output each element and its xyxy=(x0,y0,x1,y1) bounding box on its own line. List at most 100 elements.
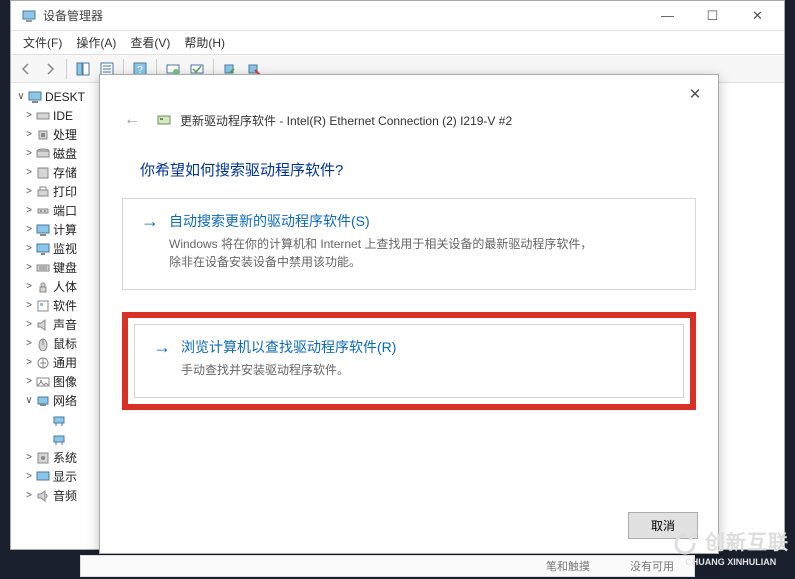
status-fragment: 笔和触摸 没有可用 xyxy=(80,555,695,577)
tree-child-item[interactable] xyxy=(11,410,110,429)
menubar: 文件(F) 操作(A) 查看(V) 帮助(H) xyxy=(11,31,784,55)
window-controls: — ☐ ✕ xyxy=(645,2,780,30)
browse-computer-option[interactable]: → 浏览计算机以查找驱动程序软件(R) 手动查找并安装驱动程序软件。 xyxy=(134,324,684,398)
expand-icon[interactable] xyxy=(23,490,35,501)
computer-icon xyxy=(35,222,51,238)
tree-item-label: 鼠标 xyxy=(53,335,77,352)
tree-item[interactable]: 人体 xyxy=(11,277,110,296)
expand-icon[interactable] xyxy=(23,319,35,330)
menu-help[interactable]: 帮助(H) xyxy=(178,32,231,53)
tree-item-label: 显示 xyxy=(53,468,77,485)
highlighted-option-frame: → 浏览计算机以查找驱动程序软件(R) 手动查找并安装驱动程序软件。 xyxy=(122,312,696,410)
tree-item[interactable]: 存储 xyxy=(11,163,110,182)
expand-icon[interactable] xyxy=(23,452,35,463)
status-text-2: 没有可用 xyxy=(630,558,674,574)
tree-item-label: 处理 xyxy=(53,126,77,143)
menu-view[interactable]: 查看(V) xyxy=(124,32,176,53)
dialog-question: 你希望如何搜索驱动程序软件? xyxy=(100,131,718,190)
tree-item-label: 通用 xyxy=(53,354,77,371)
expand-icon[interactable] xyxy=(23,148,35,159)
expand-icon[interactable] xyxy=(23,281,35,292)
expand-icon[interactable] xyxy=(23,471,35,482)
tree-item[interactable]: 软件 xyxy=(11,296,110,315)
usb-icon xyxy=(35,355,51,371)
auto-search-desc: Windows 将在你的计算机和 Internet 上查找用于相关设备的最新驱动… xyxy=(169,235,599,271)
maximize-button[interactable]: ☐ xyxy=(690,2,735,30)
tree-item-label: 计算 xyxy=(53,221,77,238)
tree-item[interactable]: 监视 xyxy=(11,239,110,258)
minimize-button[interactable]: — xyxy=(645,2,690,30)
sound-icon xyxy=(35,317,51,333)
expand-icon[interactable] xyxy=(23,357,35,368)
expand-icon[interactable] xyxy=(15,91,27,102)
menu-file[interactable]: 文件(F) xyxy=(17,32,68,53)
expand-icon[interactable] xyxy=(23,338,35,349)
back-arrow-icon[interactable]: ← xyxy=(118,109,146,131)
expand-icon[interactable] xyxy=(23,186,35,197)
close-button[interactable]: ✕ xyxy=(735,2,780,30)
expand-icon[interactable] xyxy=(23,300,35,311)
tree-item-label: 存储 xyxy=(53,164,77,181)
expand-icon[interactable] xyxy=(23,224,35,235)
tree-item-label: 端口 xyxy=(53,202,77,219)
expand-icon[interactable] xyxy=(23,205,35,216)
software-icon xyxy=(35,298,51,314)
expand-icon[interactable] xyxy=(23,110,35,121)
auto-search-title: 自动搜索更新的驱动程序软件(S) xyxy=(169,211,677,231)
tree-root-label: DESKT xyxy=(45,90,85,104)
computer-icon xyxy=(27,89,43,105)
system-icon xyxy=(35,450,51,466)
tree-item-label: 键盘 xyxy=(53,259,77,276)
tree-item[interactable]: 鼠标 xyxy=(11,334,110,353)
network-adapter-icon xyxy=(51,412,67,428)
ide-icon xyxy=(35,108,51,124)
expand-icon[interactable] xyxy=(23,243,35,254)
tree-item[interactable]: 声音 xyxy=(11,315,110,334)
dialog-close-button[interactable]: ✕ xyxy=(684,83,706,105)
tree-item[interactable]: 图像 xyxy=(11,372,110,391)
tree-item[interactable]: 系统 xyxy=(11,448,110,467)
monitor-icon xyxy=(35,241,51,257)
tree-item[interactable]: 端口 xyxy=(11,201,110,220)
expand-icon[interactable] xyxy=(23,167,35,178)
printer-icon xyxy=(35,184,51,200)
show-hide-tree-button[interactable] xyxy=(72,58,94,80)
tree-child-item[interactable] xyxy=(11,429,110,448)
nav-forward-button[interactable] xyxy=(39,58,61,80)
expand-icon[interactable] xyxy=(23,395,35,406)
expand-icon[interactable] xyxy=(23,376,35,387)
option-texts: 浏览计算机以查找驱动程序软件(R) 手动查找并安装驱动程序软件。 xyxy=(181,337,665,379)
auto-search-option[interactable]: → 自动搜索更新的驱动程序软件(S) Windows 将在你的计算机和 Inte… xyxy=(122,198,696,290)
status-text-1: 笔和触摸 xyxy=(546,558,590,574)
cpu-icon xyxy=(35,127,51,143)
tree-item[interactable]: 磁盘 xyxy=(11,144,110,163)
tree-item-label: 声音 xyxy=(53,316,77,333)
tree-item-label: 软件 xyxy=(53,297,77,314)
menu-action[interactable]: 操作(A) xyxy=(70,32,122,53)
network-adapter-icon xyxy=(51,431,67,447)
tree-item-label: 磁盘 xyxy=(53,145,77,162)
tree-item-label: 人体 xyxy=(53,278,77,295)
expand-icon[interactable] xyxy=(23,262,35,273)
tree-item-label: 音频 xyxy=(53,487,77,504)
watermark-sub: CHUANG XINHULIAN xyxy=(672,557,789,567)
tree-item[interactable]: 打印 xyxy=(11,182,110,201)
tree-item[interactable]: 计算 xyxy=(11,220,110,239)
device-tree[interactable]: DESKT IDE处理磁盘存储打印端口计算监视键盘人体软件声音鼠标通用图像网络系… xyxy=(11,83,111,549)
tree-item[interactable]: 网络 xyxy=(11,391,110,410)
tree-item[interactable]: 显示 xyxy=(11,467,110,486)
tree-item[interactable]: 音频 xyxy=(11,486,110,505)
tree-item-label: 网络 xyxy=(53,392,77,409)
image-icon xyxy=(35,374,51,390)
browse-computer-title: 浏览计算机以查找驱动程序软件(R) xyxy=(181,337,665,357)
app-icon xyxy=(21,8,37,24)
expand-icon[interactable] xyxy=(23,129,35,140)
dialog-header: ← 更新驱动程序软件 - Intel(R) Ethernet Connectio… xyxy=(100,75,718,131)
tree-root[interactable]: DESKT xyxy=(11,87,110,106)
driver-icon xyxy=(156,112,172,128)
nav-back-button[interactable] xyxy=(15,58,37,80)
tree-item[interactable]: 通用 xyxy=(11,353,110,372)
tree-item[interactable]: 键盘 xyxy=(11,258,110,277)
tree-item[interactable]: IDE xyxy=(11,106,110,125)
tree-item[interactable]: 处理 xyxy=(11,125,110,144)
